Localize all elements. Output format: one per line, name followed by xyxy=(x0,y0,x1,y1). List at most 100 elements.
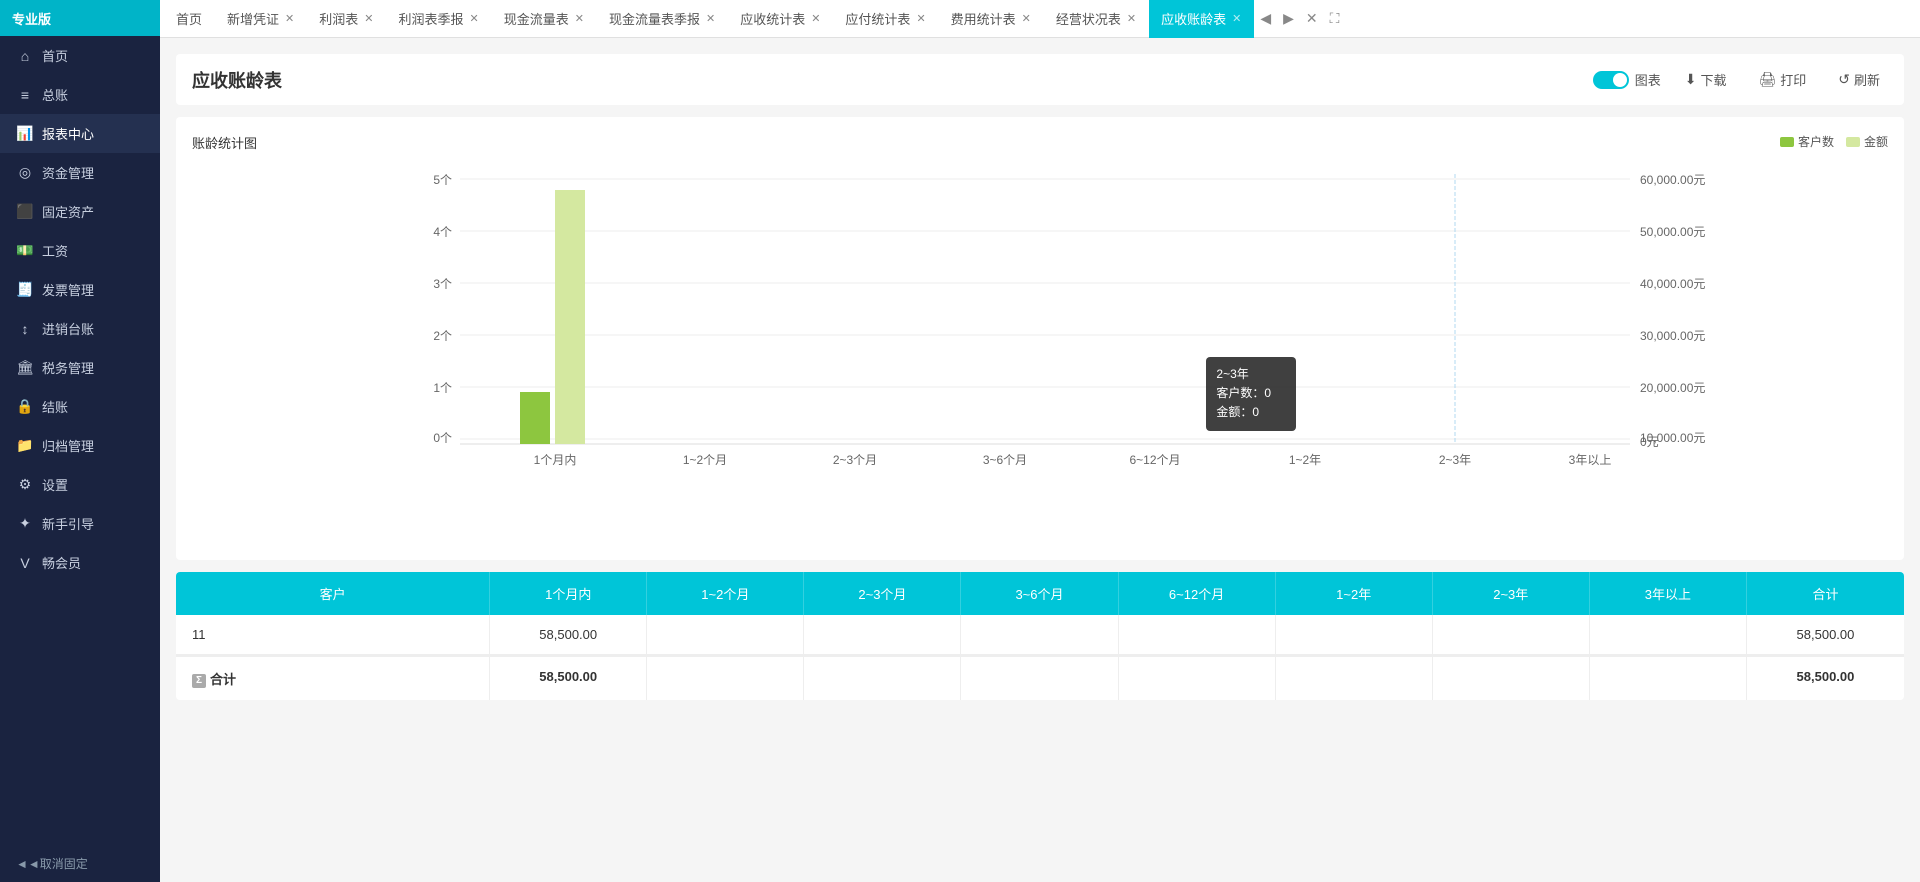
member-icon: V xyxy=(16,555,34,571)
print-button[interactable]: 🖨 打印 xyxy=(1750,66,1814,93)
td-total-m8 xyxy=(1590,657,1747,700)
chart-area: 5个 4个 3个 2个 1个 0个 60,000.00元 50,000.00元 … xyxy=(192,164,1888,544)
tab-label: 应收账龄表 xyxy=(1161,9,1226,28)
svg-text:50,000.00元: 50,000.00元 xyxy=(1640,225,1705,239)
print-icon: 🖨 xyxy=(1758,71,1776,88)
th-customer: 客户 xyxy=(176,572,490,615)
legend-amount-color xyxy=(1846,137,1860,147)
legend-customers-color xyxy=(1780,137,1794,147)
tab-close-all-button[interactable]: ✕ xyxy=(1300,0,1324,38)
td-total-label: Σ合计 xyxy=(176,657,490,700)
tab-receivable-stat[interactable]: 应收统计表 ✕ xyxy=(728,0,833,38)
asset-icon: ⬛ xyxy=(16,203,34,220)
sidebar-item-label: 畅会员 xyxy=(42,553,81,572)
tab-profit[interactable]: 利润表 ✕ xyxy=(307,0,386,38)
tab-profit-quarter[interactable]: 利润表季报 ✕ xyxy=(386,0,491,38)
unpin-button[interactable]: ◄◄取消固定 xyxy=(0,845,160,882)
svg-text:3个: 3个 xyxy=(433,277,452,291)
table-total-row: Σ合计 58,500.00 58,500.00 xyxy=(176,655,1904,700)
archive-icon: 📁 xyxy=(16,437,34,454)
svg-text:0元: 0元 xyxy=(1640,435,1659,449)
tab-cashflow[interactable]: 现金流量表 ✕ xyxy=(492,0,597,38)
total-icon: Σ xyxy=(192,674,206,688)
sidebar-item-label: 报表中心 xyxy=(42,124,94,143)
sidebar-item-home[interactable]: ⌂ 首页 xyxy=(0,36,160,75)
tab-label: 利润表 xyxy=(319,9,358,28)
guide-icon: ✦ xyxy=(16,515,34,532)
tab-close-icon[interactable]: ✕ xyxy=(575,12,584,25)
tab-close-icon[interactable]: ✕ xyxy=(1232,12,1241,25)
sidebar-item-invoice[interactable]: 🧾 发票管理 xyxy=(0,270,160,309)
sidebar-item-report[interactable]: 📊 报表中心 xyxy=(0,114,160,153)
download-label: 下载 xyxy=(1700,70,1726,89)
chart-card: 账龄统计图 客户数 金额 5个 4个 3个 2个 xyxy=(176,117,1904,560)
print-label: 打印 xyxy=(1780,70,1806,89)
content-area: 应收账龄表 图表 ⬇ 下载 🖨 打印 ↺ 刷新 xyxy=(160,38,1920,882)
sidebar-item-label: 进销台账 xyxy=(42,319,94,338)
tab-operation-stat[interactable]: 经营状况表 ✕ xyxy=(1044,0,1149,38)
th-m7: 2~3年 xyxy=(1433,572,1590,615)
sidebar-item-sales[interactable]: ↕ 进销台账 xyxy=(0,309,160,348)
bar-amount-1 xyxy=(555,190,585,444)
sidebar-item-label: 税务管理 xyxy=(42,358,94,377)
tab-expense-stat[interactable]: 费用统计表 ✕ xyxy=(939,0,1044,38)
svg-text:2~3年: 2~3年 xyxy=(1439,453,1471,467)
svg-text:3~6个月: 3~6个月 xyxy=(983,453,1027,467)
tab-expand-button[interactable]: ⛶ xyxy=(1324,0,1346,38)
th-m2: 1~2个月 xyxy=(647,572,804,615)
svg-text:1~2年: 1~2年 xyxy=(1289,453,1321,467)
td-m8 xyxy=(1590,615,1747,654)
tab-close-icon[interactable]: ✕ xyxy=(916,12,925,25)
sidebar-item-guide[interactable]: ✦ 新手引导 xyxy=(0,504,160,543)
sidebar-item-ledger[interactable]: ≡ 总账 xyxy=(0,75,160,114)
svg-text:5个: 5个 xyxy=(433,173,452,187)
svg-text:6~12个月: 6~12个月 xyxy=(1129,453,1180,467)
td-m3 xyxy=(804,615,961,654)
td-total-m3 xyxy=(804,657,961,700)
chart-title: 账龄统计图 xyxy=(192,133,1888,152)
tab-home[interactable]: 首页 xyxy=(164,0,215,38)
tab-payable-stat[interactable]: 应付统计表 ✕ xyxy=(833,0,938,38)
th-m5: 6~12个月 xyxy=(1119,572,1276,615)
tab-cashflow-quarter[interactable]: 现金流量表季报 ✕ xyxy=(597,0,728,38)
page-title: 应收账龄表 xyxy=(192,67,282,93)
tab-close-icon[interactable]: ✕ xyxy=(285,12,294,25)
sidebar-item-label: 工资 xyxy=(42,241,68,260)
tab-receivable-aging[interactable]: 应收账龄表 ✕ xyxy=(1149,0,1254,38)
tab-close-icon[interactable]: ✕ xyxy=(364,12,373,25)
sidebar-item-salary[interactable]: 💵 工资 xyxy=(0,231,160,270)
td-total-m7 xyxy=(1433,657,1590,700)
tab-next-button[interactable]: ▶ xyxy=(1277,0,1300,38)
tab-prev-button[interactable]: ◀ xyxy=(1254,0,1277,38)
th-m8: 3年以上 xyxy=(1590,572,1747,615)
td-total-m2 xyxy=(647,657,804,700)
tab-label: 首页 xyxy=(176,9,202,28)
sidebar-item-member[interactable]: V 畅会员 xyxy=(0,543,160,582)
svg-text:30,000.00元: 30,000.00元 xyxy=(1640,329,1705,343)
toggle-track[interactable] xyxy=(1593,71,1629,89)
td-m7 xyxy=(1433,615,1590,654)
sidebar-item-close[interactable]: 🔒 结账 xyxy=(0,387,160,426)
refresh-button[interactable]: ↺ 刷新 xyxy=(1830,66,1888,93)
sidebar: 专业版 ⌂ 首页 ≡ 总账 📊 报表中心 ◎ 资金管理 ⬛ 固定资产 💵 工资 … xyxy=(0,0,160,882)
chart-toggle[interactable]: 图表 xyxy=(1593,70,1661,89)
download-button[interactable]: ⬇ 下载 xyxy=(1677,66,1735,93)
tab-close-icon[interactable]: ✕ xyxy=(706,12,715,25)
salary-icon: 💵 xyxy=(16,242,34,259)
tab-new-voucher[interactable]: 新增凭证 ✕ xyxy=(215,0,307,38)
tab-close-icon[interactable]: ✕ xyxy=(1022,12,1031,25)
td-total-m4 xyxy=(961,657,1118,700)
sidebar-item-settings[interactable]: ⚙ 设置 xyxy=(0,465,160,504)
sidebar-item-archive[interactable]: 📁 归档管理 xyxy=(0,426,160,465)
sidebar-item-fund[interactable]: ◎ 资金管理 xyxy=(0,153,160,192)
sidebar-item-label: 资金管理 xyxy=(42,163,94,182)
sidebar-item-asset[interactable]: ⬛ 固定资产 xyxy=(0,192,160,231)
tab-close-icon[interactable]: ✕ xyxy=(811,12,820,25)
sidebar-item-tax[interactable]: 🏛 税务管理 xyxy=(0,348,160,387)
tab-close-icon[interactable]: ✕ xyxy=(1127,12,1136,25)
svg-text:2个: 2个 xyxy=(433,329,452,343)
legend-customers-label: 客户数 xyxy=(1798,133,1834,150)
svg-text:1~2个月: 1~2个月 xyxy=(683,453,727,467)
tab-label: 经营状况表 xyxy=(1056,9,1121,28)
tab-close-icon[interactable]: ✕ xyxy=(470,12,479,25)
